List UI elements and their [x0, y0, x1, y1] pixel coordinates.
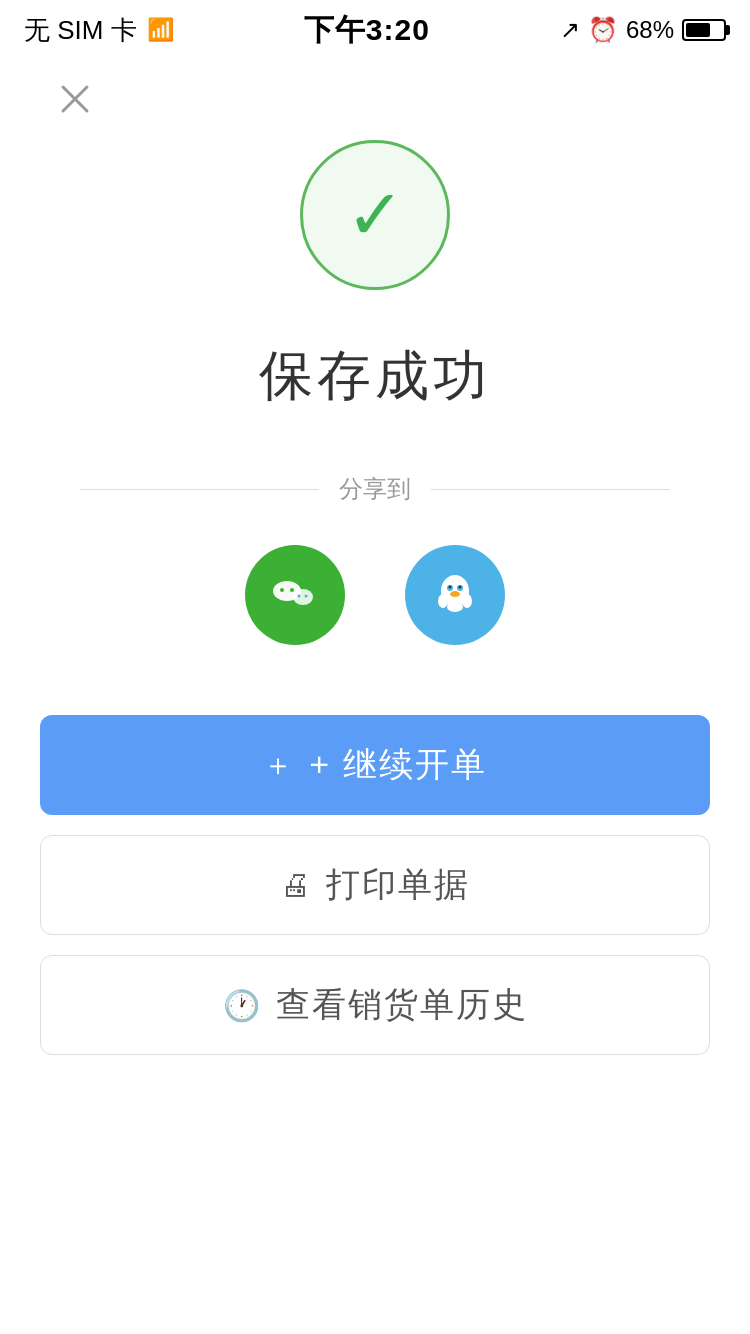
svg-point-7: [305, 595, 308, 598]
success-title: 保存成功: [259, 340, 491, 413]
status-right: ↗ ⏰ 68%: [560, 16, 726, 44]
wifi-icon: 📶: [147, 17, 174, 43]
share-divider: 分享到: [0, 473, 750, 505]
status-carrier: 无 SIM 卡 📶: [24, 13, 174, 48]
qq-share-button[interactable]: [405, 545, 505, 645]
success-circle: ✓: [300, 140, 450, 290]
svg-point-4: [280, 588, 284, 592]
svg-point-10: [438, 594, 448, 608]
checkmark-icon: ✓: [346, 180, 405, 250]
print-button[interactable]: 🖨 打印单据: [40, 835, 710, 935]
svg-point-9: [447, 602, 463, 612]
history-button[interactable]: 🕐 查看销货单历史: [40, 955, 710, 1055]
print-label: 打印单据: [326, 862, 470, 908]
divider-line-left: [80, 489, 319, 490]
main-content: ✓ 保存成功 分享到: [0, 60, 750, 1055]
svg-point-11: [462, 594, 472, 608]
status-bar: 无 SIM 卡 📶 下午3:20 ↗ ⏰ 68%: [0, 0, 750, 60]
plus-icon: ＋: [263, 745, 295, 786]
printer-icon: 🖨: [280, 868, 312, 902]
svg-point-15: [459, 586, 462, 589]
battery-icon: [682, 19, 726, 41]
continue-button[interactable]: ＋ + 继续开单: [40, 715, 710, 815]
carrier-text: 无 SIM 卡: [24, 13, 137, 48]
close-button[interactable]: [50, 74, 100, 124]
wechat-share-button[interactable]: [245, 545, 345, 645]
svg-point-14: [449, 586, 452, 589]
battery-percent: 68%: [626, 16, 674, 44]
svg-point-6: [298, 595, 301, 598]
buttons-section: ＋ + 继续开单 🖨 打印单据 🕐 查看销货单历史: [0, 715, 750, 1055]
svg-point-3: [293, 589, 313, 605]
continue-label: + 继续开单: [309, 742, 486, 788]
clock-icon: 🕐: [223, 988, 262, 1023]
location-icon: ↗: [560, 16, 580, 44]
share-label: 分享到: [339, 473, 411, 505]
svg-point-16: [450, 591, 460, 597]
share-icons: [245, 545, 505, 645]
history-label: 查看销货单历史: [276, 982, 528, 1028]
status-time: 下午3:20: [304, 10, 430, 51]
alarm-icon: ⏰: [588, 16, 618, 44]
divider-line-right: [431, 489, 670, 490]
svg-point-5: [290, 588, 294, 592]
